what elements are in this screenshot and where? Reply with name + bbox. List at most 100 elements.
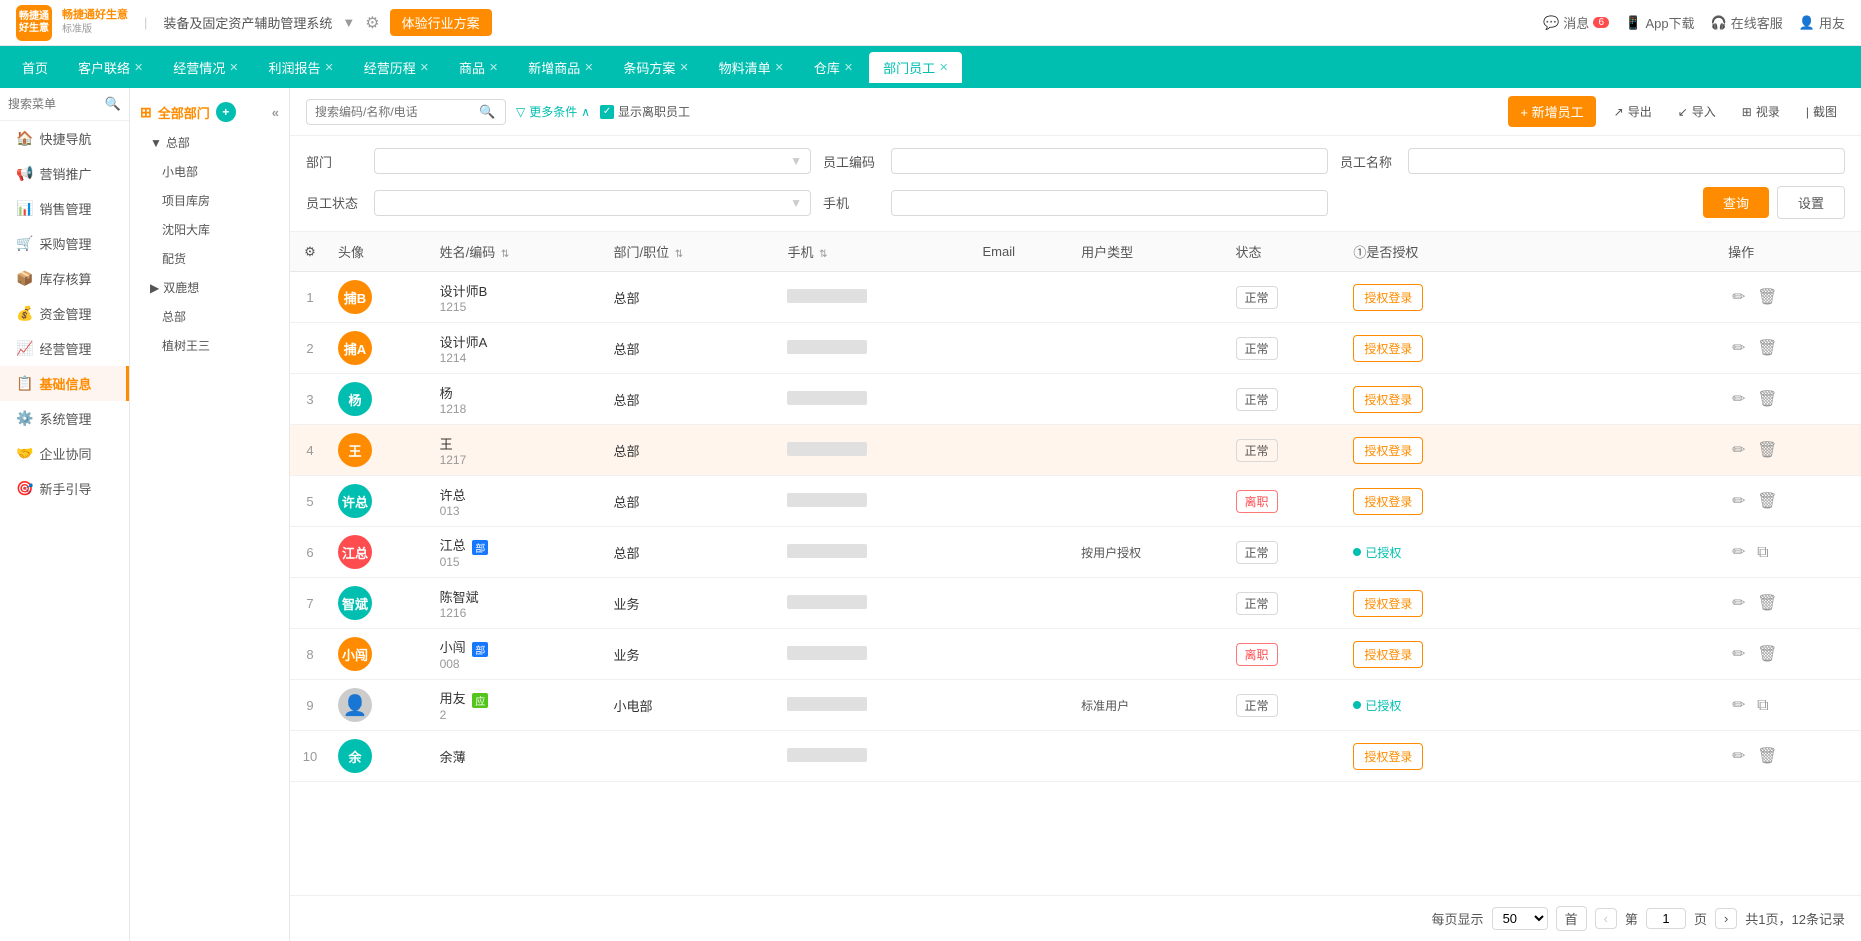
tab-profit[interactable]: 利润报告 ✕ xyxy=(254,52,347,83)
col-settings[interactable]: ⚙ xyxy=(290,232,330,272)
filter-emp-code-input[interactable] xyxy=(891,148,1328,174)
tab-close-history[interactable]: ✕ xyxy=(420,61,429,74)
export-button[interactable]: ↗ 导出 xyxy=(1606,99,1660,124)
sidebar-item-finance[interactable]: 💰资金管理 xyxy=(0,296,129,331)
tab-home[interactable]: 首页 xyxy=(8,52,62,83)
page-prev-btn[interactable]: ‹ xyxy=(1595,908,1617,929)
edit-icon[interactable]: ✏ xyxy=(1728,440,1749,461)
tab-close-warehouse[interactable]: ✕ xyxy=(844,61,853,74)
page-number-input[interactable] xyxy=(1646,908,1686,929)
page-first-btn[interactable]: 首 xyxy=(1556,906,1587,931)
dept-tree-item-zongbu[interactable]: 总部 xyxy=(130,302,289,331)
delete-icon[interactable]: 🗑 xyxy=(1753,389,1781,410)
reset-button[interactable]: 设置 xyxy=(1777,186,1845,219)
tab-close-employees[interactable]: ✕ xyxy=(939,61,948,74)
sidebar-item-collab[interactable]: 🤝企业协同 xyxy=(0,436,129,471)
dropdown-icon[interactable]: ▼ xyxy=(342,15,355,30)
auth-button[interactable]: 授权登录 xyxy=(1353,335,1423,362)
sidebar-item-system[interactable]: ⚙️系统管理 xyxy=(0,401,129,436)
dept-tree-root[interactable]: ▼ 总部 xyxy=(130,128,289,157)
show-resigned-checkbox[interactable]: ✓ xyxy=(600,105,614,119)
auth-button[interactable]: 授权登录 xyxy=(1353,386,1423,413)
auth-button[interactable]: 授权登录 xyxy=(1353,590,1423,617)
edit-icon[interactable]: ✏ xyxy=(1728,695,1749,716)
delete-icon[interactable]: 🗑 xyxy=(1753,593,1781,614)
new-employee-button[interactable]: + 新增员工 xyxy=(1508,96,1595,127)
sidebar-search-input[interactable] xyxy=(8,97,101,111)
auth-button[interactable]: 授权登录 xyxy=(1353,641,1423,668)
tab-operation[interactable]: 经营情况 ✕ xyxy=(159,52,252,83)
sidebar-item-operation[interactable]: 📈经营管理 xyxy=(0,331,129,366)
edit-icon[interactable]: ✏ xyxy=(1728,389,1749,410)
message-btn[interactable]: 💬 消息 6 xyxy=(1543,13,1609,32)
filter-dept-select[interactable]: ▼ xyxy=(374,148,811,174)
sidebar-item-guide[interactable]: 🎯新手引导 xyxy=(0,471,129,506)
edit-icon[interactable]: ✏ xyxy=(1728,593,1749,614)
show-resigned-wrap[interactable]: ✓ 显示离职员工 xyxy=(600,103,690,120)
dept-tree-item-xiaodian[interactable]: 小电部 xyxy=(130,157,289,186)
dept-tree-item-project[interactable]: 项目库房 xyxy=(130,186,289,215)
import-button[interactable]: ↙ 导入 xyxy=(1670,99,1724,124)
delete-icon[interactable]: 🗑 xyxy=(1753,491,1781,512)
tab-close-material[interactable]: ✕ xyxy=(775,61,784,74)
filter-phone-input[interactable] xyxy=(891,190,1328,216)
page-next-btn[interactable]: › xyxy=(1715,908,1737,929)
delete-icon[interactable]: 🗑 xyxy=(1753,746,1781,767)
sidebar-item-basic[interactable]: 📋基础信息 xyxy=(0,366,129,401)
tab-new-goods[interactable]: 新增商品 ✕ xyxy=(514,52,607,83)
edit-icon[interactable]: ✏ xyxy=(1728,542,1749,563)
edit-icon[interactable]: ✏ xyxy=(1728,746,1749,767)
auth-button[interactable]: 授权登录 xyxy=(1353,437,1423,464)
sidebar-item-marketing[interactable]: 📢营销推广 xyxy=(0,156,129,191)
auth-button[interactable]: 授权登录 xyxy=(1353,743,1423,770)
edit-icon[interactable]: ✏ xyxy=(1728,338,1749,359)
user-btn[interactable]: 👤 用友 xyxy=(1799,13,1845,32)
tab-close-new-goods[interactable]: ✕ xyxy=(584,61,593,74)
auth-button[interactable]: 授权登录 xyxy=(1353,488,1423,515)
service-btn[interactable]: 🎧 在线客服 xyxy=(1711,13,1783,32)
settings-icon[interactable]: ⚙ xyxy=(365,13,379,33)
delete-icon[interactable]: 🗑 xyxy=(1753,287,1781,308)
tab-material[interactable]: 物料清单 ✕ xyxy=(705,52,798,83)
dept-tree-item-shenyang[interactable]: 沈阳大库 xyxy=(130,215,289,244)
sidebar-item-inventory[interactable]: 📦库存核算 xyxy=(0,261,129,296)
delete-icon[interactable]: 🗑 xyxy=(1753,644,1781,665)
sidebar-item-sales[interactable]: 📊销售管理 xyxy=(0,191,129,226)
dept-tree-shuanglu[interactable]: ▶ 双鹿想 xyxy=(130,273,289,302)
search-input[interactable] xyxy=(315,105,475,119)
dept-collapse-btn[interactable]: « xyxy=(272,105,279,120)
sidebar-item-nav[interactable]: 🏠快捷导航 xyxy=(0,121,129,156)
page-size-select[interactable]: 50 100 200 xyxy=(1492,907,1548,930)
filter-emp-name-input[interactable] xyxy=(1408,148,1845,174)
col-name[interactable]: 姓名/编码 ⇅ xyxy=(432,232,606,272)
dept-add-button[interactable]: + xyxy=(216,102,236,122)
view-button[interactable]: ⊞ 视录 xyxy=(1734,99,1788,124)
edit-icon[interactable]: ✏ xyxy=(1728,287,1749,308)
app-download-btn[interactable]: 📱 App下载 xyxy=(1625,13,1694,32)
query-button[interactable]: 查询 xyxy=(1703,187,1769,218)
tab-close-customer[interactable]: ✕ xyxy=(134,61,143,74)
col-phone[interactable]: 手机 ⇅ xyxy=(779,232,974,272)
col-dept[interactable]: 部门/职位 ⇅ xyxy=(606,232,780,272)
delete-icon[interactable]: 🗑 xyxy=(1753,338,1781,359)
edit-icon[interactable]: ✏ xyxy=(1728,491,1749,512)
filter-status-select[interactable]: ▼ xyxy=(374,190,811,216)
tab-history[interactable]: 经营历程 ✕ xyxy=(350,52,443,83)
more-button[interactable]: | 截图 xyxy=(1798,99,1845,124)
trial-button[interactable]: 体验行业方案 xyxy=(390,9,492,36)
dept-tree-item-peihuo[interactable]: 配货 xyxy=(130,244,289,273)
copy-icon[interactable]: ⧉ xyxy=(1753,695,1772,716)
delete-icon[interactable]: 🗑 xyxy=(1753,440,1781,461)
sidebar-item-purchase[interactable]: 🛒采购管理 xyxy=(0,226,129,261)
tab-close-goods[interactable]: ✕ xyxy=(489,61,498,74)
tab-close-operation[interactable]: ✕ xyxy=(229,61,238,74)
tab-goods[interactable]: 商品 ✕ xyxy=(445,52,512,83)
more-filter-btn[interactable]: ▽ 更多条件 ∧ xyxy=(516,103,590,120)
tab-close-profit[interactable]: ✕ xyxy=(325,61,334,74)
tab-customer[interactable]: 客户联络 ✕ xyxy=(64,52,157,83)
copy-icon[interactable]: ⧉ xyxy=(1753,542,1772,563)
tab-employees[interactable]: 部门员工 ✕ xyxy=(869,52,962,83)
tab-barcode[interactable]: 条码方案 ✕ xyxy=(609,52,702,83)
dept-tree-item-zhishu[interactable]: 植树王三 xyxy=(130,331,289,360)
auth-button[interactable]: 授权登录 xyxy=(1353,284,1423,311)
